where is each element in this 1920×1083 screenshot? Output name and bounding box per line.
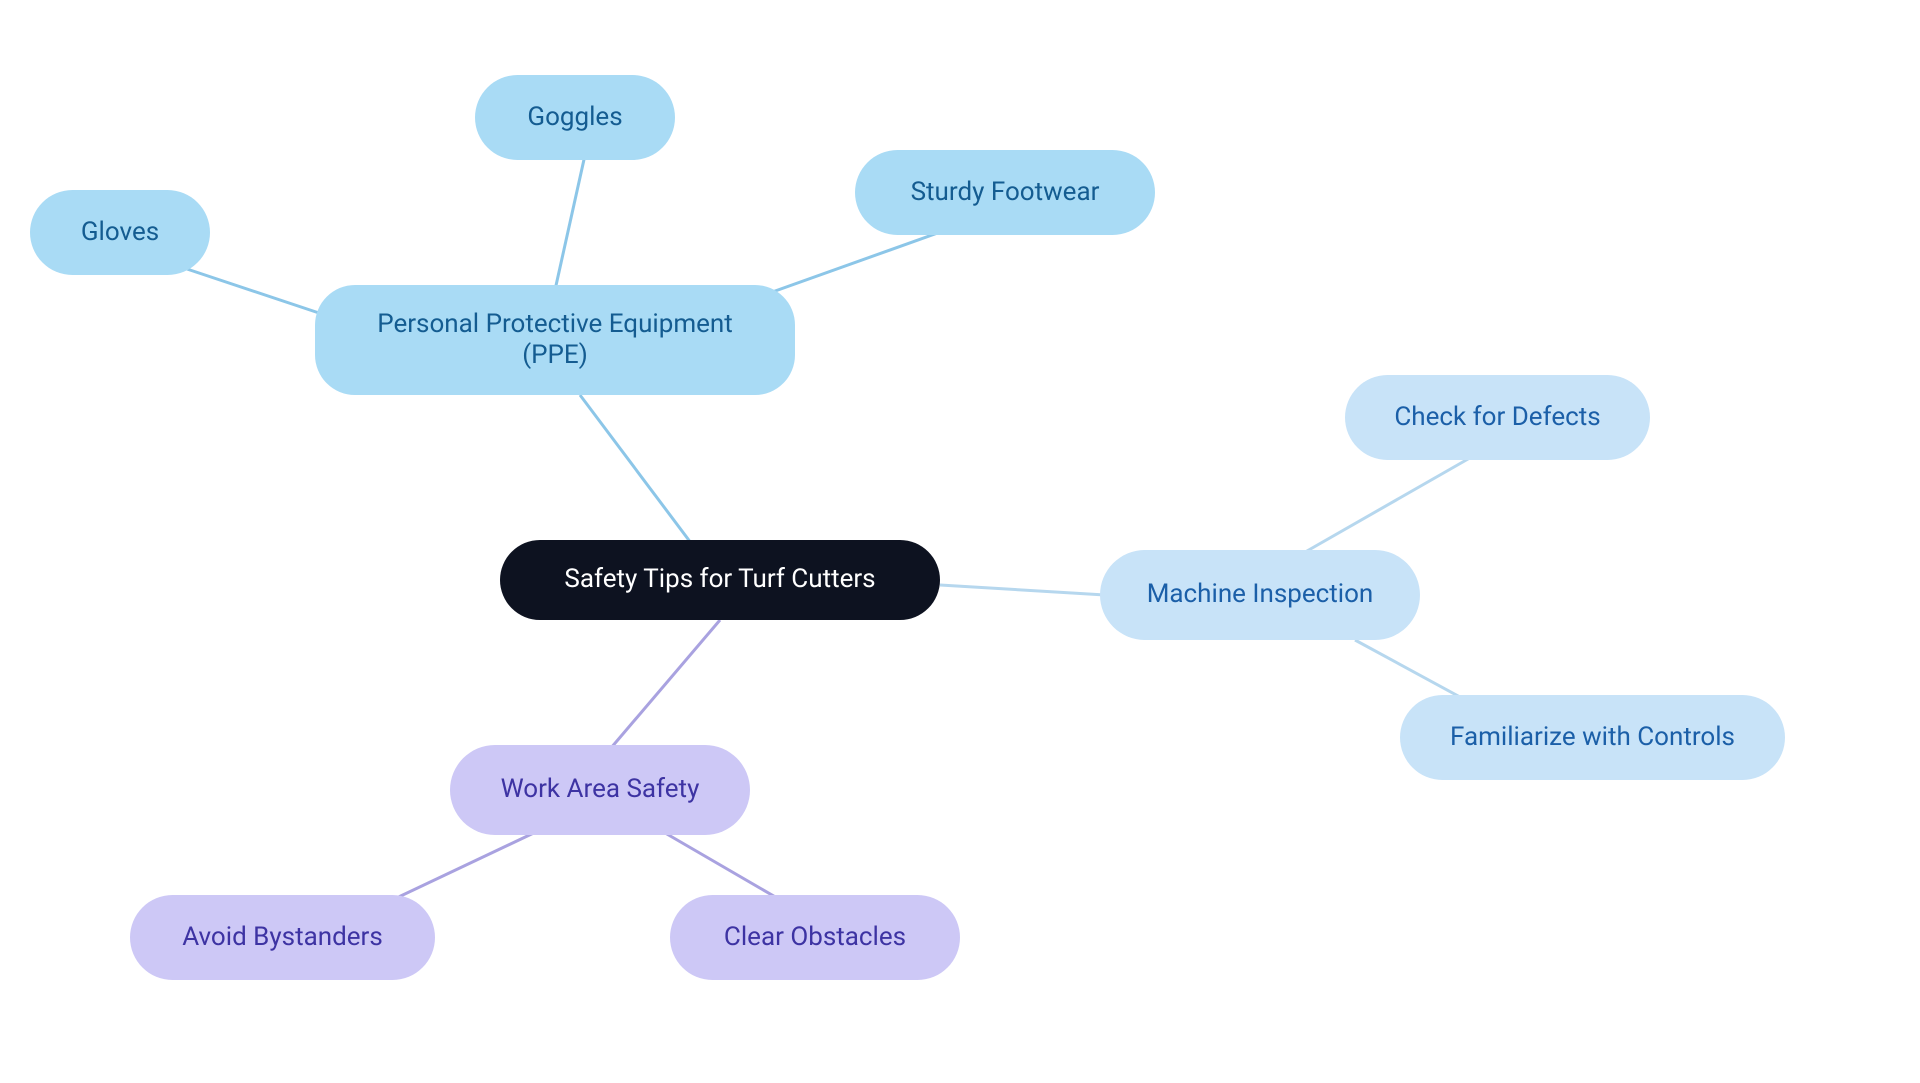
leaf-gloves-label: Gloves xyxy=(81,217,159,248)
leaf-gloves[interactable]: Gloves xyxy=(30,190,210,275)
leaf-defects[interactable]: Check for Defects xyxy=(1345,375,1650,460)
leaf-goggles[interactable]: Goggles xyxy=(475,75,675,160)
leaf-footwear[interactable]: Sturdy Footwear xyxy=(855,150,1155,235)
root-node[interactable]: Safety Tips for Turf Cutters xyxy=(500,540,940,620)
branch-machine-label: Machine Inspection xyxy=(1147,579,1374,610)
branch-ppe[interactable]: Personal Protective Equipment (PPE) xyxy=(315,285,795,395)
branch-ppe-label: Personal Protective Equipment (PPE) xyxy=(377,309,733,371)
branch-machine[interactable]: Machine Inspection xyxy=(1100,550,1420,640)
leaf-obstacles-label: Clear Obstacles xyxy=(724,922,906,953)
leaf-bystanders[interactable]: Avoid Bystanders xyxy=(130,895,435,980)
leaf-defects-label: Check for Defects xyxy=(1394,402,1600,433)
mindmap-canvas: Safety Tips for Turf Cutters Personal Pr… xyxy=(0,0,1920,1083)
branch-workarea[interactable]: Work Area Safety xyxy=(450,745,750,835)
root-label: Safety Tips for Turf Cutters xyxy=(564,564,875,595)
leaf-controls-label: Familiarize with Controls xyxy=(1450,722,1735,753)
branch-workarea-label: Work Area Safety xyxy=(501,774,700,805)
leaf-footwear-label: Sturdy Footwear xyxy=(911,177,1100,208)
leaf-obstacles[interactable]: Clear Obstacles xyxy=(670,895,960,980)
leaf-controls[interactable]: Familiarize with Controls xyxy=(1400,695,1785,780)
leaf-goggles-label: Goggles xyxy=(527,102,622,133)
leaf-bystanders-label: Avoid Bystanders xyxy=(182,922,383,953)
